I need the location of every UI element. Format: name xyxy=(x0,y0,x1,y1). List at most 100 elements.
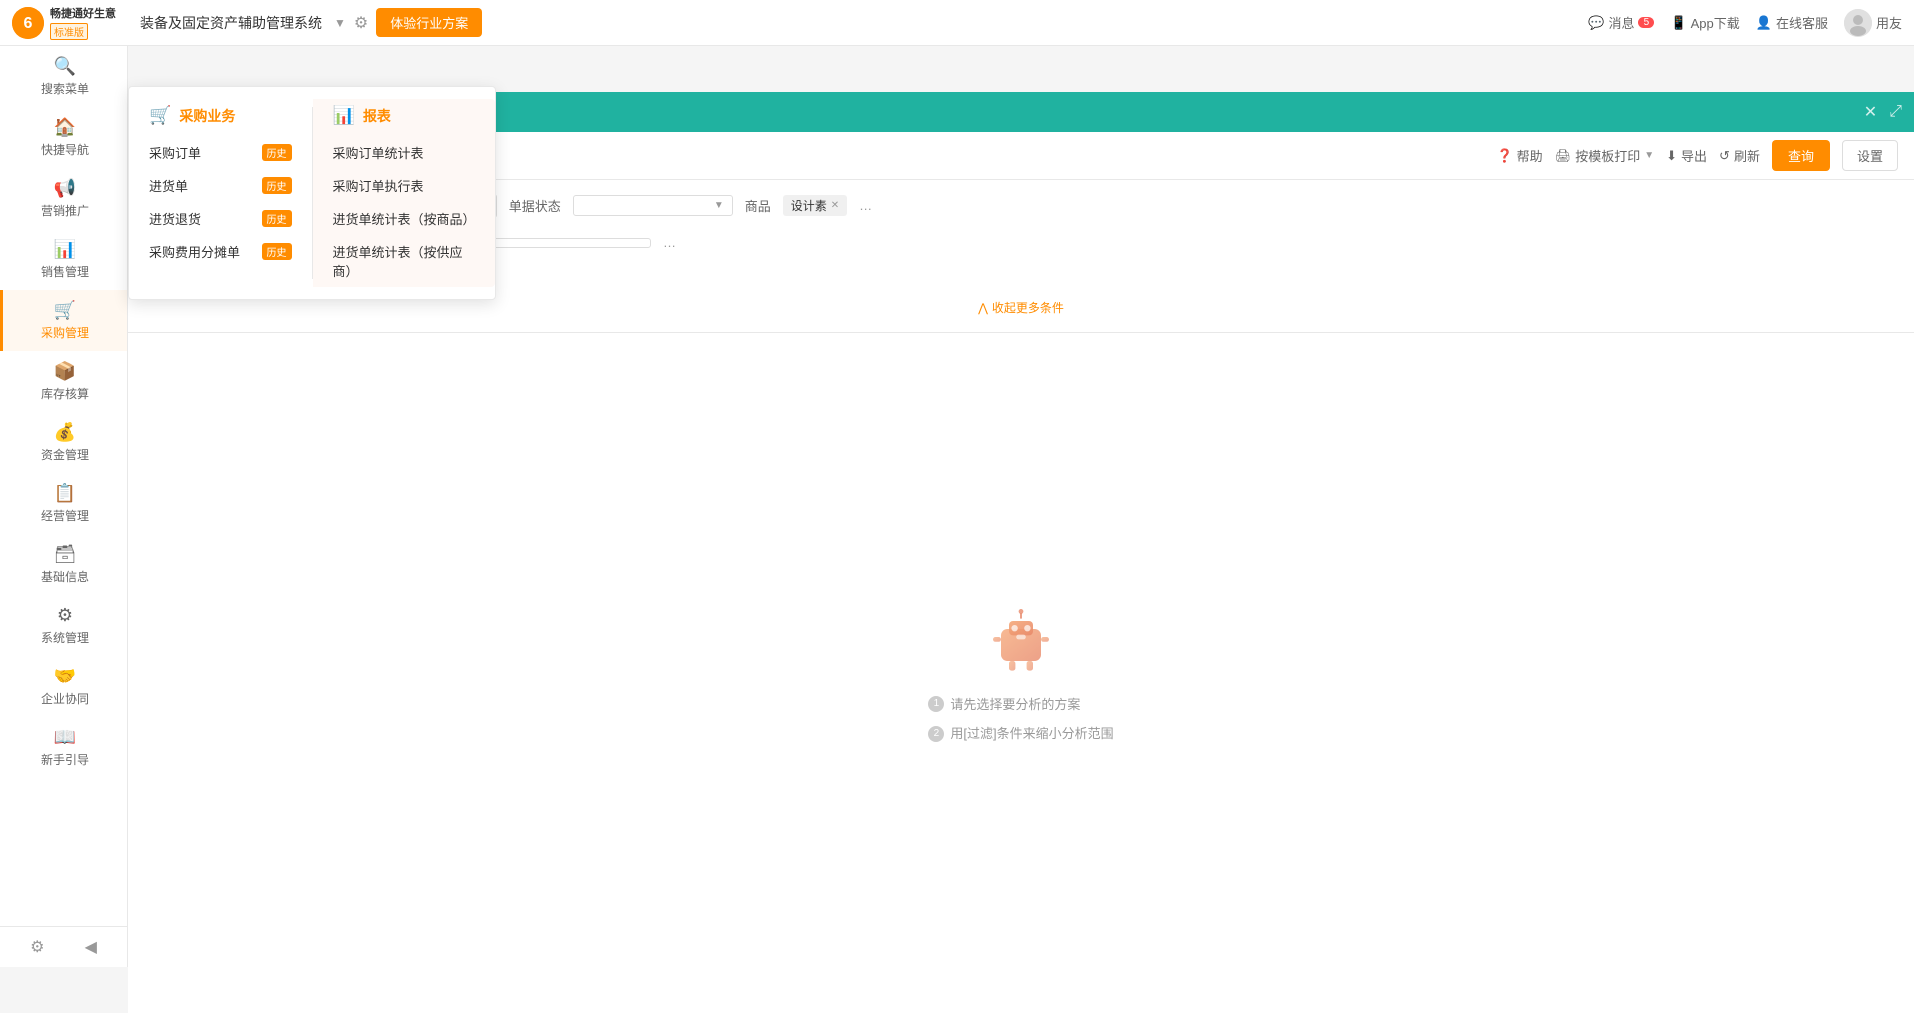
sidebar-settings-icon[interactable]: ⚙ xyxy=(30,937,44,957)
online-service-item[interactable]: 👤 在线客服 xyxy=(1756,13,1828,32)
marketing-icon: 📢 xyxy=(54,178,76,199)
goods-label: 商品 xyxy=(745,196,771,215)
goods-ellipsis[interactable]: … xyxy=(859,198,872,213)
sidebar-collapse-icon[interactable]: ◀ xyxy=(85,937,97,957)
header-nav: 装备及固定资产辅助管理系统 ▼ ⚙ 体验行业方案 xyxy=(140,8,1588,37)
report-col: 📊 报表 采购订单统计表 采购订单执行表 进货单统计表（按商品） 进货单统计表（… xyxy=(313,99,496,287)
system-icon: ⚙ xyxy=(57,605,73,626)
message-icon: 💬 xyxy=(1588,15,1604,31)
inventory-icon: 📦 xyxy=(54,361,76,382)
sidebar-label-search: 搜索菜单 xyxy=(41,80,89,97)
app-download-item[interactable]: 📱 App下载 xyxy=(1670,13,1739,32)
sidebar-item-basics[interactable]: 🗃 基础信息 xyxy=(0,534,127,595)
phone-icon: 📱 xyxy=(1670,15,1686,31)
logo-icon: 6 xyxy=(12,7,44,39)
purchase-expense-label: 采购费用分摊单 xyxy=(149,242,240,261)
sales-icon: 📊 xyxy=(54,239,76,260)
print-btn[interactable]: 🖨 按模板打印 ▼ xyxy=(1555,146,1654,165)
sidebar-item-finance[interactable]: 💰 资金管理 xyxy=(0,412,127,473)
purchase-order-history: 历史 xyxy=(262,144,292,161)
purchase-order-label: 采购订单 xyxy=(149,143,201,162)
industry-btn[interactable]: 体验行业方案 xyxy=(376,8,482,37)
sidebar-item-inventory[interactable]: 📦 库存核算 xyxy=(0,351,127,412)
message-item[interactable]: 💬 消息 5 xyxy=(1588,13,1654,32)
goods-stat-supplier-label: 进货单统计表（按供应商） xyxy=(333,242,476,280)
sidebar-item-purchase[interactable]: 🛒 采购管理 xyxy=(0,290,127,351)
goods-receipt-item[interactable]: 进货单 历史 xyxy=(141,169,300,202)
query-btn[interactable]: 查询 xyxy=(1772,140,1830,171)
system-settings-icon[interactable]: ⚙ xyxy=(354,13,368,33)
goods-stat-goods-item[interactable]: 进货单统计表（按商品） xyxy=(325,202,484,235)
goods-receipt-history: 历史 xyxy=(262,177,292,194)
guide-icon: 📖 xyxy=(54,727,76,748)
goods-stat-goods-label: 进货单统计表（按商品） xyxy=(333,209,476,228)
goods-receipt-label: 进货单 xyxy=(149,176,188,195)
collapse-icon: ⋀ xyxy=(978,301,988,315)
tab-bar-expand-btn[interactable]: ⤢ xyxy=(1885,99,1906,125)
sidebar-label-system: 系统管理 xyxy=(41,629,89,646)
print-dropdown-arrow[interactable]: ▼ xyxy=(1644,150,1654,161)
tip-num-2: 2 xyxy=(928,726,944,742)
sidebar-item-collab[interactable]: 🤝 企业协同 xyxy=(0,656,127,717)
purchase-order-exec-label: 采购订单执行表 xyxy=(333,176,424,195)
sidebar-label-sales: 销售管理 xyxy=(41,263,89,280)
purchase-business-header-label: 采购业务 xyxy=(179,106,235,126)
sidebar-label-inventory: 库存核算 xyxy=(41,385,89,402)
basics-icon: 🗃 xyxy=(54,544,77,565)
export-icon: ⬇ xyxy=(1666,148,1677,164)
message-badge: 5 xyxy=(1638,17,1654,28)
search-icon: 🔍 xyxy=(54,56,76,77)
purchase-order-exec-item[interactable]: 采购订单执行表 xyxy=(325,169,484,202)
sidebar-item-sales[interactable]: 📊 销售管理 xyxy=(0,229,127,290)
message-label: 消息 xyxy=(1608,13,1634,32)
empty-illustration xyxy=(981,601,1061,681)
help-btn[interactable]: ❓ 帮助 xyxy=(1496,146,1542,165)
online-service-label: 在线客服 xyxy=(1776,13,1828,32)
purchase-icon: 🛒 xyxy=(54,300,76,321)
refresh-btn[interactable]: ↺ 刷新 xyxy=(1719,146,1760,165)
goods-stat-supplier-item[interactable]: 进货单统计表（按供应商） xyxy=(325,235,484,287)
settings-btn[interactable]: 设置 xyxy=(1842,140,1898,171)
sidebar-label-quicknav: 快捷导航 xyxy=(41,141,89,158)
sidebar-item-quicknav[interactable]: 🏠 快捷导航 xyxy=(0,107,127,168)
goods-tag-text: 设计素 xyxy=(791,197,827,214)
purchase-order-stat-item[interactable]: 采购订单统计表 xyxy=(325,136,484,169)
goods-return-label: 进货退货 xyxy=(149,209,201,228)
sidebar-item-operations[interactable]: 📋 经营管理 xyxy=(0,473,127,534)
user-label: 用友 xyxy=(1876,13,1902,32)
sidebar-label-marketing: 营销推广 xyxy=(41,202,89,219)
svg-text:6: 6 xyxy=(24,15,33,32)
system-title: 装备及固定资产辅助管理系统 xyxy=(140,13,322,33)
collab-icon: 🤝 xyxy=(54,666,76,687)
report-header-label: 报表 xyxy=(363,106,391,126)
sidebar: 🔍 搜索菜单 🏠 快捷导航 📢 营销推广 📊 销售管理 🛒 采购管理 📦 库存核… xyxy=(0,46,128,967)
sidebar-label-operations: 经营管理 xyxy=(41,507,89,524)
sidebar-item-system[interactable]: ⚙ 系统管理 xyxy=(0,595,127,656)
purchase-order-item[interactable]: 采购订单 历史 xyxy=(141,136,300,169)
report-header: 📊 报表 xyxy=(325,99,484,132)
help-icon: ❓ xyxy=(1496,148,1512,164)
goods-return-history: 历史 xyxy=(262,210,292,227)
tab-bar-close-btn[interactable]: ✕ xyxy=(1860,98,1881,126)
print-icon: 🖨 xyxy=(1555,148,1572,164)
purchase-expense-item[interactable]: 采购费用分摊单 历史 xyxy=(141,235,300,268)
goods-return-item[interactable]: 进货退货 历史 xyxy=(141,202,300,235)
system-dropdown-arrow[interactable]: ▼ xyxy=(334,16,346,30)
sidebar-item-search[interactable]: 🔍 搜索菜单 xyxy=(0,46,127,107)
sidebar-item-marketing[interactable]: 📢 营销推广 xyxy=(0,168,127,229)
sidebar-item-guide[interactable]: 📖 新手引导 xyxy=(0,717,127,778)
report-header-icon: 📊 xyxy=(333,105,355,126)
collapse-btn[interactable]: ⋀ 收起更多条件 xyxy=(978,299,1064,316)
export-btn[interactable]: ⬇ 导出 xyxy=(1666,146,1707,165)
sidebar-label-finance: 资金管理 xyxy=(41,446,89,463)
user-item[interactable]: 用友 xyxy=(1844,9,1902,37)
goods-tag-close[interactable]: ✕ xyxy=(831,200,839,211)
salesperson-ellipsis[interactable]: … xyxy=(663,235,676,250)
sidebar-bottom: ⚙ ◀ xyxy=(0,926,127,967)
top-header: 6 畅捷通好生意 标准版 装备及固定资产辅助管理系统 ▼ ⚙ 体验行业方案 💬 … xyxy=(0,0,1914,46)
status-select[interactable]: ▼ xyxy=(573,195,733,216)
status-label: 单据状态 xyxy=(509,196,561,215)
empty-tip-1: 1 请先选择要分析的方案 xyxy=(928,693,1113,716)
purchase-expense-history: 历史 xyxy=(262,243,292,260)
tip-num-1: 1 xyxy=(928,696,944,712)
